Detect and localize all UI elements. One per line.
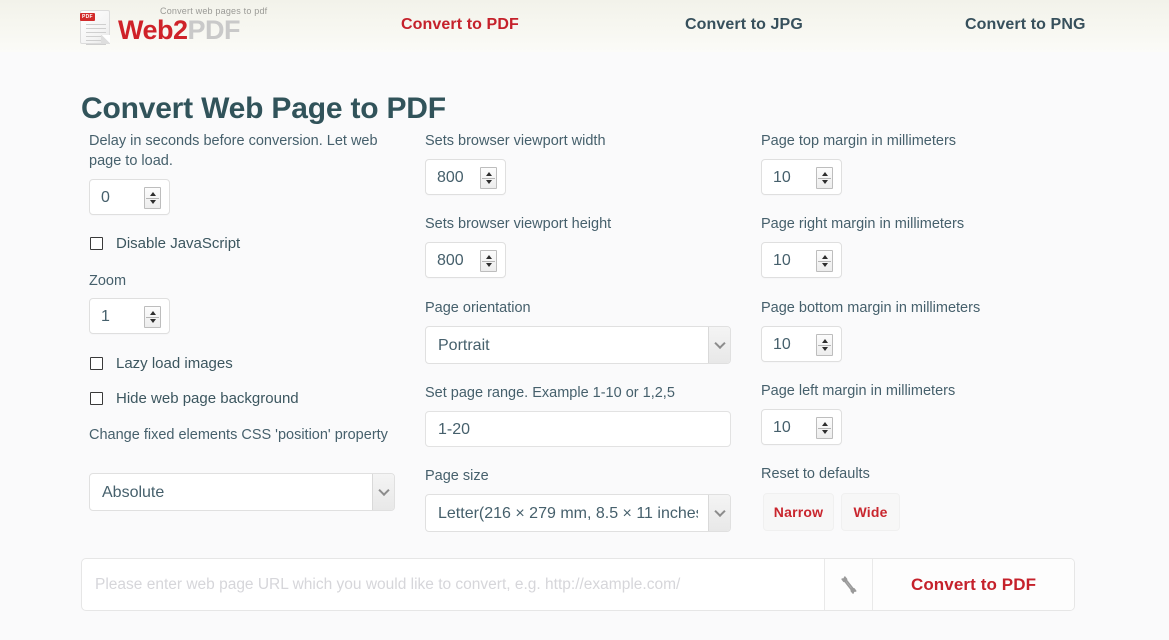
pdf-badge-icon: PDF <box>80 13 95 21</box>
margin-top-stepper-icon[interactable] <box>816 167 833 189</box>
margin-left-label: Page left margin in millimeters <box>761 383 956 399</box>
options-toggle-button[interactable] <box>824 559 872 610</box>
hide-background-checkbox[interactable] <box>90 392 103 405</box>
reset-to-defaults-label: Reset to defaults <box>761 466 870 482</box>
convert-bar: Please enter web page URL which you woul… <box>81 558 1075 611</box>
margin-right-label: Page right margin in millimeters <box>761 216 965 232</box>
delay-stepper-icon[interactable] <box>144 187 161 209</box>
page-size-label: Page size <box>425 468 489 484</box>
fixed-position-select[interactable]: Absolute <box>89 473 395 511</box>
viewport-width-label: Sets browser viewport width <box>425 133 606 149</box>
margin-top-label: Page top margin in millimeters <box>761 133 957 149</box>
logo-word-primary: Web2 <box>118 15 188 45</box>
margin-right-input[interactable]: 10 <box>761 242 842 278</box>
delay-input[interactable]: 0 <box>89 179 170 215</box>
document-lines-icon <box>86 24 106 48</box>
margin-right-value: 10 <box>773 252 791 269</box>
zoom-label: Zoom <box>89 273 127 289</box>
nav-convert-to-pdf[interactable]: Convert to PDF <box>401 16 519 34</box>
margin-bottom-stepper-icon[interactable] <box>816 334 833 356</box>
margin-bottom-label: Page bottom margin in millimeters <box>761 300 981 316</box>
document-icon: PDF <box>80 10 110 45</box>
hide-background-label: Hide web page background <box>116 390 299 407</box>
chevron-down-icon[interactable] <box>708 327 730 363</box>
nav-convert-to-png[interactable]: Convert to PNG <box>965 16 1086 34</box>
margin-right-stepper-icon[interactable] <box>816 250 833 272</box>
margin-left-input[interactable]: 10 <box>761 409 842 445</box>
site-header: PDF Convert web pages to pdf Web2PDF Con… <box>0 0 1169 52</box>
convert-to-pdf-submit[interactable]: Convert to PDF <box>872 559 1074 610</box>
page-range-input[interactable]: 1-20 <box>425 411 731 447</box>
fixed-position-value: Absolute <box>102 484 165 501</box>
margin-bottom-value: 10 <box>773 336 791 353</box>
margin-left-stepper-icon[interactable] <box>816 417 833 439</box>
viewport-height-value: 800 <box>437 252 464 269</box>
fixed-position-label: Change fixed elements CSS 'position' pro… <box>89 427 388 443</box>
viewport-height-label: Sets browser viewport height <box>425 216 612 232</box>
viewport-height-input[interactable]: 800 <box>425 242 506 278</box>
page-title: Convert Web Page to PDF <box>81 92 446 126</box>
zoom-input[interactable]: 1 <box>89 298 170 334</box>
zoom-stepper-icon[interactable] <box>144 306 161 328</box>
wrench-icon <box>840 575 856 594</box>
page-orientation-select[interactable]: Portrait <box>425 326 731 364</box>
viewport-width-value: 800 <box>437 169 464 186</box>
margin-left-value: 10 <box>773 419 791 436</box>
logo-word-secondary: PDF <box>187 15 241 45</box>
page-range-label: Set page range. Example 1-10 or 1,2,5 <box>425 385 675 401</box>
viewport-height-stepper-icon[interactable] <box>480 250 497 272</box>
margin-top-value: 10 <box>773 169 791 186</box>
reset-wide-button[interactable]: Wide <box>841 493 900 531</box>
page-orientation-value: Portrait <box>438 337 490 354</box>
nav-convert-to-jpg[interactable]: Convert to JPG <box>685 16 803 34</box>
margin-top-input[interactable]: 10 <box>761 159 842 195</box>
page-size-select[interactable]: Letter(216 × 279 mm, 8.5 × 11 inches) <box>425 494 731 532</box>
page-size-value: Letter(216 × 279 mm, 8.5 × 11 inches) <box>438 505 698 522</box>
chevron-down-icon[interactable] <box>372 474 394 510</box>
logo-wordmark: Web2PDF <box>118 15 241 45</box>
reset-narrow-button[interactable]: Narrow <box>763 493 834 531</box>
page-orientation-label: Page orientation <box>425 300 531 316</box>
url-input[interactable]: Please enter web page URL which you woul… <box>82 559 824 610</box>
disable-javascript-checkbox[interactable] <box>90 237 103 250</box>
viewport-width-input[interactable]: 800 <box>425 159 506 195</box>
delay-value: 0 <box>101 189 110 206</box>
zoom-value: 1 <box>101 308 110 325</box>
page-range-value: 1-20 <box>438 421 471 438</box>
margin-bottom-input[interactable]: 10 <box>761 326 842 362</box>
lazy-load-images-checkbox[interactable] <box>90 357 103 370</box>
lazy-load-images-label: Lazy load images <box>116 355 233 372</box>
delay-label: Delay in seconds before conversion. Let … <box>89 133 378 169</box>
disable-javascript-label: Disable JavaScript <box>116 235 241 252</box>
chevron-down-icon[interactable] <box>708 495 730 531</box>
site-logo[interactable]: PDF Convert web pages to pdf Web2PDF <box>78 4 267 48</box>
viewport-width-stepper-icon[interactable] <box>480 167 497 189</box>
